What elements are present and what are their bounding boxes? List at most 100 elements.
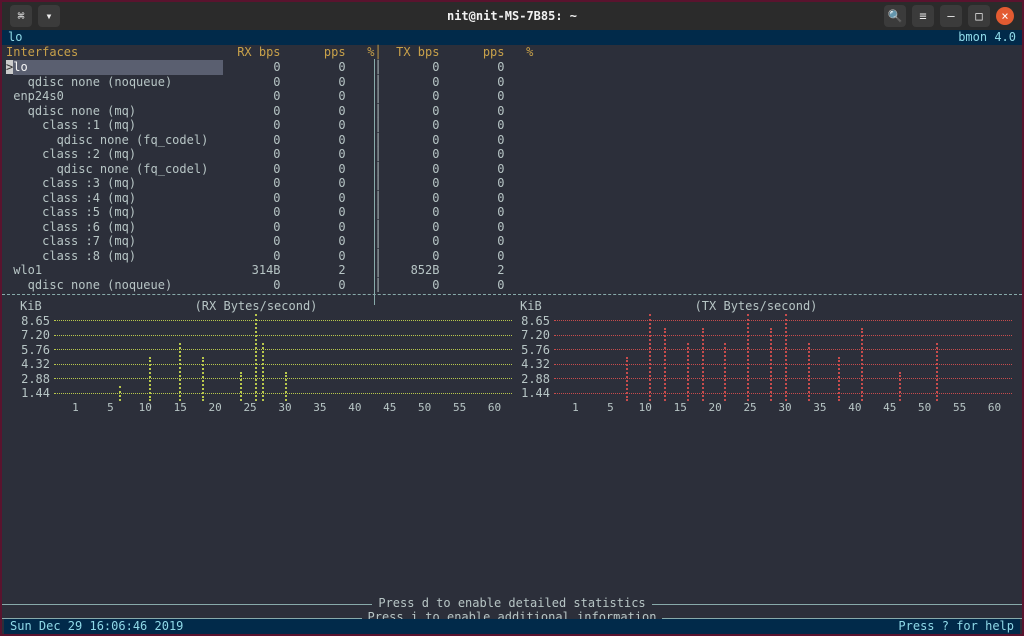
charts: KiB(RX Bytes/second)8.657.205.764.322.88…: [2, 299, 1022, 415]
x-tick: 5: [93, 401, 128, 416]
x-tick: 10: [628, 401, 663, 416]
rx-chart: KiB(RX Bytes/second) 8.657.205.764.322.88…: [20, 299, 512, 415]
chart-spike: [262, 343, 264, 401]
new-tab-icon[interactable]: ▾: [38, 5, 60, 27]
interface-row[interactable]: class :6 (mq) 0 0 │ 0 0: [6, 220, 1022, 235]
interface-row[interactable]: qdisc none (fq_codel) 0 0 │ 0 0: [6, 162, 1022, 177]
x-tick: 40: [337, 401, 372, 416]
current-interface: lo: [8, 30, 22, 45]
x-tick: 20: [198, 401, 233, 416]
interface-row[interactable]: qdisc none (noqueue) 0 0 │ 0 0: [6, 75, 1022, 90]
status-datetime: Sun Dec 29 16:06:46 2019: [10, 619, 183, 634]
x-tick: 60: [477, 401, 512, 416]
x-tick: 1: [558, 401, 593, 416]
interface-row[interactable]: class :1 (mq) 0 0 │ 0 0: [6, 118, 1022, 133]
status-bar: Sun Dec 29 16:06:46 2019 Press ? for hel…: [4, 619, 1020, 634]
chart-spike: [936, 343, 938, 401]
interface-row[interactable]: class :8 (mq) 0 0 │ 0 0: [6, 249, 1022, 264]
x-tick: 55: [442, 401, 477, 416]
chart-spike: [747, 314, 749, 401]
close-icon[interactable]: ×: [996, 7, 1014, 25]
interface-row[interactable]: enp24s0 0 0 │ 0 0: [6, 89, 1022, 104]
chart-spike: [255, 314, 257, 401]
chart-unit: KiB: [20, 299, 60, 314]
chart-spike: [838, 357, 840, 401]
chart-spike: [240, 372, 242, 401]
x-tick: 40: [837, 401, 872, 416]
x-tick: 30: [268, 401, 303, 416]
app-version: bmon 4.0: [958, 30, 1016, 45]
y-tick: 2.88: [520, 372, 554, 387]
x-tick: 1: [58, 401, 93, 416]
chart-spike: [149, 357, 151, 401]
y-tick: 7.20: [520, 328, 554, 343]
bmon-topline: lo bmon 4.0: [2, 30, 1022, 45]
chart-spike: [724, 343, 726, 401]
x-tick: 50: [407, 401, 442, 416]
y-tick: 2.88: [20, 372, 54, 387]
x-tick: 60: [977, 401, 1012, 416]
interface-row[interactable]: class :7 (mq) 0 0 │ 0 0: [6, 234, 1022, 249]
tx-chart: KiB(TX Bytes/second)8.657.205.764.322.88…: [520, 299, 1012, 415]
x-tick: 10: [128, 401, 163, 416]
chart-spike: [626, 357, 628, 401]
x-tick: 30: [768, 401, 803, 416]
horizontal-divider: [2, 294, 1022, 295]
window-titlebar: ⌘ ▾ nit@nit-MS-7B85: ~ 🔍 ≡ ― □ ×: [0, 0, 1024, 30]
interface-row[interactable]: qdisc none (mq) 0 0 │ 0 0: [6, 104, 1022, 119]
interface-row[interactable]: class :4 (mq) 0 0 │ 0 0: [6, 191, 1022, 206]
y-tick: 5.76: [20, 343, 54, 358]
y-tick: 1.44: [20, 386, 54, 401]
interface-row[interactable]: wlo1 314B 2 │ 852B 2: [6, 263, 1022, 278]
interface-row[interactable]: class :5 (mq) 0 0 │ 0 0: [6, 205, 1022, 220]
terminal-icon[interactable]: ⌘: [10, 5, 32, 27]
x-tick: 20: [698, 401, 733, 416]
x-tick: 25: [233, 401, 268, 416]
chart-spike: [179, 343, 181, 401]
chart-title: (TX Bytes/second): [560, 299, 1012, 314]
column-headers: Interfaces RX bps pps %│ TX bps pps %: [2, 45, 1022, 60]
chart-spike: [119, 386, 121, 401]
x-tick: 15: [163, 401, 198, 416]
x-tick: 50: [907, 401, 942, 416]
y-tick: 5.76: [520, 343, 554, 358]
chart-title: (RX Bytes/second): [60, 299, 512, 314]
search-icon[interactable]: 🔍: [884, 5, 906, 27]
chart-unit: KiB: [520, 299, 560, 314]
x-tick: 45: [372, 401, 407, 416]
chart-spike: [285, 372, 287, 401]
terminal-body[interactable]: lo bmon 4.0 Interfaces RX bps pps %│ TX …: [0, 30, 1024, 636]
chart-spike: [649, 314, 651, 401]
interface-row[interactable]: qdisc none (noqueue) 0 0 │ 0 0: [6, 278, 1022, 293]
chart-spike: [899, 372, 901, 401]
window-title: nit@nit-MS-7B85: ~: [447, 9, 577, 23]
y-tick: 4.32: [20, 357, 54, 372]
chart-spike: [687, 343, 689, 401]
chart-spike: [785, 314, 787, 401]
x-tick: 55: [942, 401, 977, 416]
x-tick: 35: [802, 401, 837, 416]
minimize-icon[interactable]: ―: [940, 5, 962, 27]
interface-rows: >lo 0 0 │ 0 0 qdisc none (noqueue) 0 0 │…: [2, 60, 1022, 292]
footer-block: Press d to enable detailed statistics Pr…: [2, 591, 1022, 619]
x-tick: 5: [593, 401, 628, 416]
x-tick: 45: [872, 401, 907, 416]
chart-spike: [664, 328, 666, 401]
y-tick: 8.65: [20, 314, 54, 329]
vertical-divider: [374, 59, 375, 305]
menu-icon[interactable]: ≡: [912, 5, 934, 27]
x-tick: 15: [663, 401, 698, 416]
x-tick: 35: [302, 401, 337, 416]
x-tick: 25: [733, 401, 768, 416]
maximize-icon[interactable]: □: [968, 5, 990, 27]
chart-spike: [861, 328, 863, 401]
interface-row[interactable]: qdisc none (fq_codel) 0 0 │ 0 0: [6, 133, 1022, 148]
interface-row[interactable]: >lo 0 0 │ 0 0: [6, 60, 1022, 75]
interface-row[interactable]: class :3 (mq) 0 0 │ 0 0: [6, 176, 1022, 191]
chart-spike: [808, 343, 810, 401]
chart-spike: [202, 357, 204, 401]
interface-row[interactable]: class :2 (mq) 0 0 │ 0 0: [6, 147, 1022, 162]
y-tick: 7.20: [20, 328, 54, 343]
chart-spike: [702, 328, 704, 401]
status-help: Press ? for help: [898, 619, 1014, 634]
